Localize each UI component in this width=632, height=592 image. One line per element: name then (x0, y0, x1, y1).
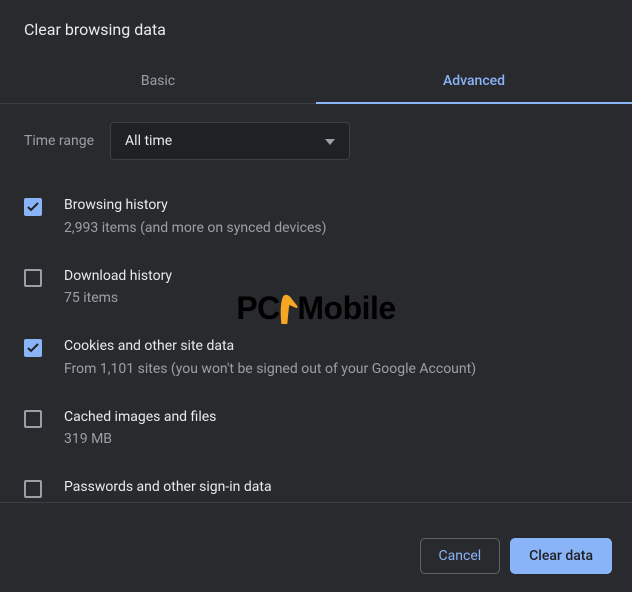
option-title: Browsing history (64, 196, 327, 216)
checkbox[interactable] (24, 480, 42, 498)
checkbox[interactable] (24, 269, 42, 287)
clear-data-button[interactable]: Clear data (510, 538, 612, 574)
scroll-area[interactable]: Time range All time Browsing history2,99… (0, 104, 632, 502)
option-subtitle: 34 passwords (for nw18.com, pcnmobile.co… (64, 500, 489, 502)
tabs: Basic Advanced (0, 59, 632, 104)
timerange-label: Time range (24, 133, 94, 149)
chevron-down-icon (325, 133, 335, 149)
dialog-title: Clear browsing data (0, 0, 632, 59)
timerange-value: All time (125, 133, 172, 149)
option-subtitle: 2,993 items (and more on synced devices) (64, 218, 327, 239)
option-subtitle: 75 items (64, 288, 172, 309)
option-subtitle: From 1,101 sites (you won't be signed ou… (64, 359, 476, 380)
option-title: Cached images and files (64, 408, 216, 428)
option-row: Download history75 items (24, 253, 608, 324)
timerange-select[interactable]: All time (110, 122, 350, 160)
option-title: Cookies and other site data (64, 337, 476, 357)
footer: Cancel Clear data (0, 522, 632, 592)
option-subtitle: 319 MB (64, 429, 216, 450)
checkbox[interactable] (24, 339, 42, 357)
tab-basic[interactable]: Basic (0, 59, 316, 103)
checkbox[interactable] (24, 198, 42, 216)
divider (0, 502, 632, 503)
checkbox[interactable] (24, 410, 42, 428)
tab-advanced[interactable]: Advanced (316, 59, 632, 103)
option-row: Browsing history2,993 items (and more on… (24, 182, 608, 253)
option-row: Cached images and files319 MB (24, 394, 608, 465)
options-list: Browsing history2,993 items (and more on… (0, 182, 632, 502)
cancel-button[interactable]: Cancel (420, 538, 501, 574)
option-title: Passwords and other sign-in data (64, 478, 489, 498)
option-title: Download history (64, 267, 172, 287)
option-row: Cookies and other site dataFrom 1,101 si… (24, 323, 608, 394)
option-row: Passwords and other sign-in data 34 passw… (24, 464, 608, 502)
